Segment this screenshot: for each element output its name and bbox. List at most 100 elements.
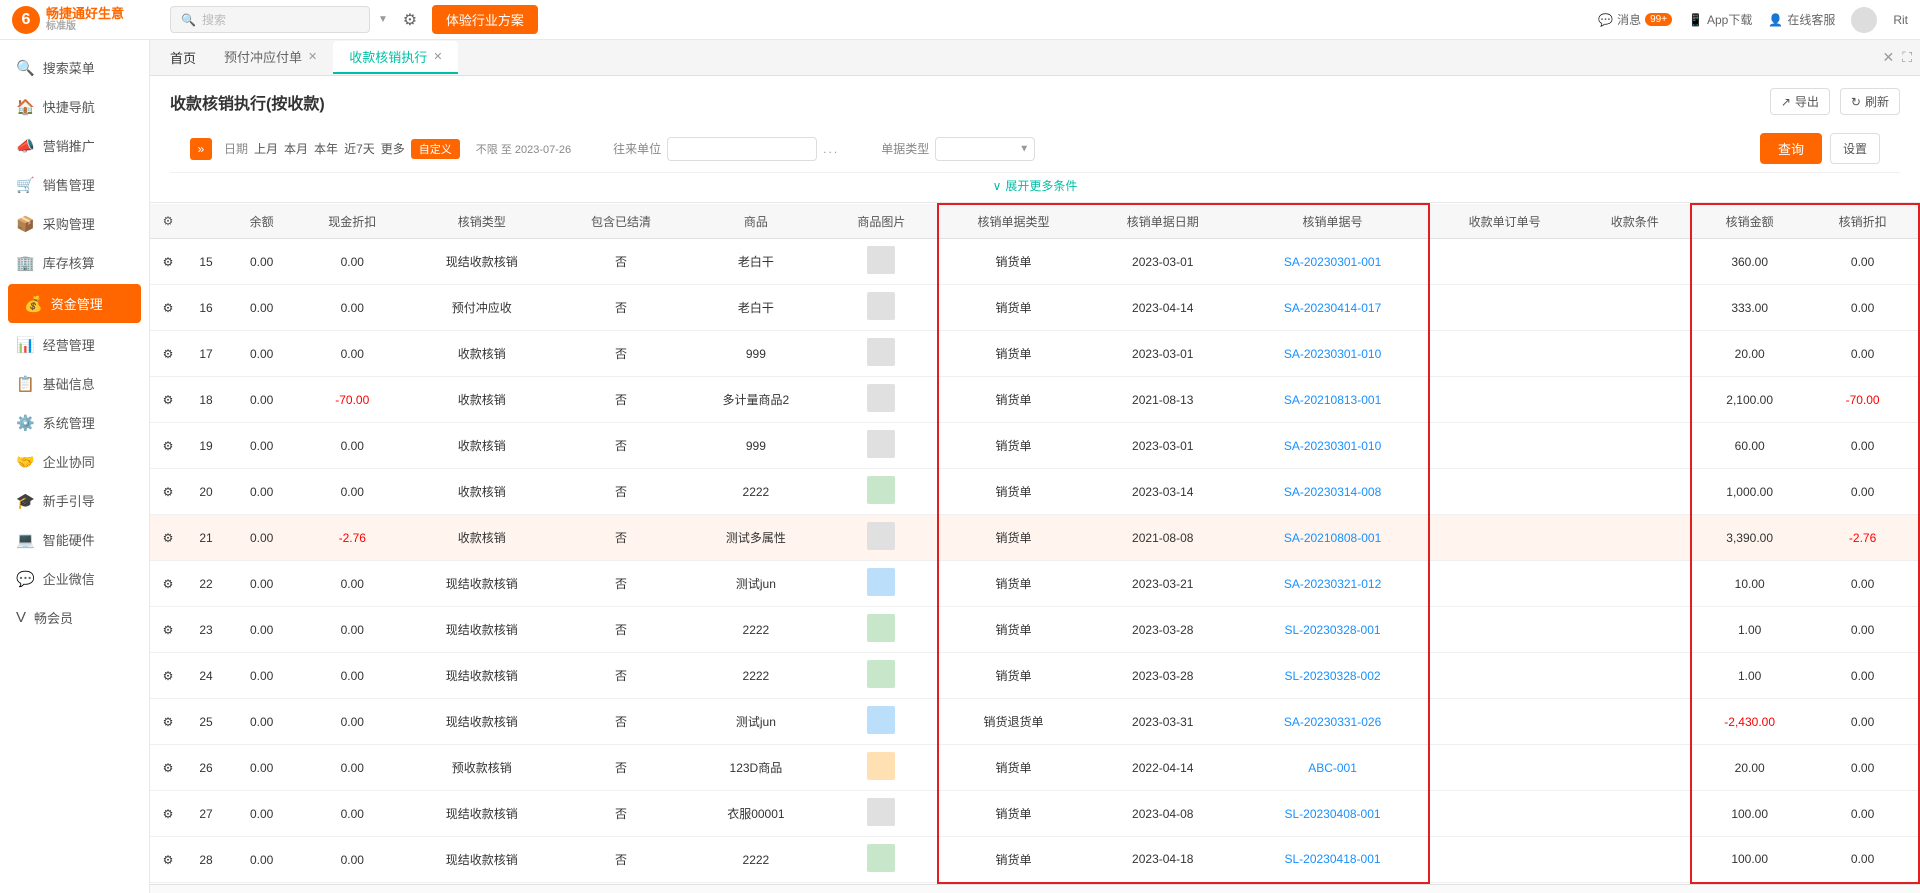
expand-more-button[interactable]: ∨ 展开更多条件	[993, 177, 1078, 194]
cell-settings[interactable]: ⚙	[150, 331, 186, 377]
sidebar-item-marketing[interactable]: 📣 营销推广	[0, 126, 149, 165]
close-all-tabs-button[interactable]: ✕	[1882, 49, 1894, 66]
cell-receipt-order	[1429, 285, 1580, 331]
col-included: 包含已结清	[556, 204, 686, 239]
sidebar-item-wechat[interactable]: 💬 企业微信	[0, 559, 149, 598]
filter-this-month[interactable]: 本月	[284, 140, 308, 157]
cell-settings[interactable]: ⚙	[150, 377, 186, 423]
cell-balance: 0.00	[226, 745, 297, 791]
cell-settings[interactable]: ⚙	[150, 791, 186, 837]
cell-balance: 0.00	[226, 607, 297, 653]
table-row: ⚙ 20 0.00 0.00 收款核销 否 2222 销货单 2023-03-1…	[150, 469, 1919, 515]
sidebar-item-guide[interactable]: 🎓 新手引导	[0, 481, 149, 520]
expand-label: 展开更多条件	[1005, 177, 1077, 194]
tab-prepay[interactable]: 预付冲应付单 ✕	[208, 41, 333, 74]
sidebar-item-basic[interactable]: 📋 基础信息	[0, 364, 149, 403]
online-service-link[interactable]: 👤 在线客服	[1768, 11, 1835, 28]
voucher-type-filter-group: 单据类型 ▼	[881, 137, 1035, 161]
date-range-display: 不限 至 2023-07-26	[476, 141, 571, 157]
user-avatar[interactable]	[1851, 7, 1877, 33]
basic-icon: 📋	[16, 375, 35, 393]
gear-button[interactable]: ⚙	[396, 6, 424, 34]
cell-receipt-order	[1429, 423, 1580, 469]
cell-settings[interactable]: ⚙	[150, 239, 186, 285]
cell-settings[interactable]: ⚙	[150, 515, 186, 561]
cell-writeoff-amount: 1,000.00	[1691, 469, 1807, 515]
cell-writeoff-date: 2022-04-14	[1088, 745, 1237, 791]
sidebar-item-sales[interactable]: 🛒 销售管理	[0, 165, 149, 204]
app-download-link[interactable]: 📱 App下载	[1688, 11, 1752, 28]
cell-writeoff-amount: 20.00	[1691, 745, 1807, 791]
sidebar-item-system[interactable]: ⚙️ 系统管理	[0, 403, 149, 442]
sidebar-label-inventory: 库存核算	[43, 253, 95, 272]
cell-writeoff-voucher-type: 销货单	[938, 239, 1089, 285]
cell-included: 否	[556, 285, 686, 331]
cell-settings[interactable]: ⚙	[150, 469, 186, 515]
cell-payment-condition	[1579, 699, 1691, 745]
cell-writeoff-date: 2023-03-01	[1088, 331, 1237, 377]
solution-button[interactable]: 体验行业方案	[432, 5, 538, 34]
export-button[interactable]: ↗ 导出	[1770, 88, 1830, 115]
setting-button[interactable]: 设置	[1830, 133, 1880, 164]
cell-settings[interactable]: ⚙	[150, 699, 186, 745]
counterpart-input[interactable]	[667, 137, 817, 161]
table-row: ⚙ 19 0.00 0.00 收款核销 否 999 销货单 2023-03-01…	[150, 423, 1919, 469]
cell-settings[interactable]: ⚙	[150, 607, 186, 653]
cell-balance: 0.00	[226, 331, 297, 377]
sidebar-item-purchase[interactable]: 📦 采购管理	[0, 204, 149, 243]
message-badge[interactable]: 💬 消息 99+	[1598, 11, 1672, 28]
tab-receipt[interactable]: 收款核销执行 ✕	[333, 41, 458, 74]
dropdown-arrow-icon[interactable]: ▼	[378, 14, 388, 25]
sidebar-item-finance[interactable]: 💰 资金管理	[8, 284, 141, 323]
filter-last-month[interactable]: 上月	[254, 140, 278, 157]
cell-writeoff-type: 收款核销	[407, 423, 556, 469]
cell-settings[interactable]: ⚙	[150, 745, 186, 791]
table-row: ⚙ 27 0.00 0.00 现结收款核销 否 衣服00001 销货单 2023…	[150, 791, 1919, 837]
cell-balance: 0.00	[226, 653, 297, 699]
sidebar-label-basic: 基础信息	[43, 374, 95, 393]
cell-settings[interactable]: ⚙	[150, 561, 186, 607]
message-icon: 💬	[1598, 13, 1613, 27]
sidebar-item-collab[interactable]: 🤝 企业协同	[0, 442, 149, 481]
query-button[interactable]: 查询	[1760, 133, 1822, 164]
maximize-button[interactable]: ⛶	[1902, 49, 1912, 66]
cell-seq: 22	[186, 561, 226, 607]
refresh-button[interactable]: ↻ 刷新	[1840, 88, 1900, 115]
cell-cash-discount: 0.00	[297, 331, 407, 377]
sidebar-item-member[interactable]: V 畅会员	[0, 598, 149, 637]
expand-filter-button[interactable]: »	[190, 138, 212, 160]
marketing-icon: 📣	[16, 137, 35, 155]
sidebar-item-inventory[interactable]: 🏢 库存核算	[0, 243, 149, 282]
cell-product: 2222	[686, 469, 826, 515]
filter-more[interactable]: 更多	[381, 140, 405, 157]
cell-settings[interactable]: ⚙	[150, 837, 186, 883]
col-settings[interactable]: ⚙	[150, 204, 186, 239]
cell-receipt-order	[1429, 745, 1580, 791]
voucher-type-select[interactable]	[935, 137, 1035, 161]
filter-custom-button[interactable]: 自定义	[411, 139, 460, 159]
tab-home[interactable]: 首页	[158, 42, 208, 73]
sidebar-item-search[interactable]: 🔍 搜索菜单	[0, 48, 149, 87]
search-box[interactable]: 🔍 搜索	[170, 6, 370, 33]
cell-writeoff-discount: 0.00	[1807, 745, 1919, 791]
cell-writeoff-voucher-type: 销货单	[938, 515, 1089, 561]
sidebar-item-hardware[interactable]: 💻 智能硬件	[0, 520, 149, 559]
filter-recent7[interactable]: 近7天	[344, 140, 375, 157]
table-row: ⚙ 25 0.00 0.00 现结收款核销 否 测试jun 销货退货单 2023…	[150, 699, 1919, 745]
search-area: 🔍 搜索 ▼ ⚙ 体验行业方案	[170, 5, 1588, 34]
page-header: 收款核销执行(按收款) ↗ 导出 ↻ 刷新 » 日期 上月	[150, 76, 1920, 203]
cell-product-img	[826, 331, 938, 377]
page-title-row: 收款核销执行(按收款) ↗ 导出 ↻ 刷新	[170, 88, 1900, 115]
col-writeoff-type: 核销类型	[407, 204, 556, 239]
sidebar-item-nav[interactable]: 🏠 快捷导航	[0, 87, 149, 126]
filter-this-year[interactable]: 本年	[314, 140, 338, 157]
sidebar-item-operations[interactable]: 📊 经营管理	[0, 325, 149, 364]
cell-seq: 28	[186, 837, 226, 883]
cell-settings[interactable]: ⚙	[150, 423, 186, 469]
cell-settings[interactable]: ⚙	[150, 653, 186, 699]
tab-receipt-close[interactable]: ✕	[433, 50, 442, 63]
cell-settings[interactable]: ⚙	[150, 285, 186, 331]
tab-prepay-close[interactable]: ✕	[308, 50, 317, 63]
cell-product: 2222	[686, 653, 826, 699]
cell-writeoff-discount: 0.00	[1807, 791, 1919, 837]
